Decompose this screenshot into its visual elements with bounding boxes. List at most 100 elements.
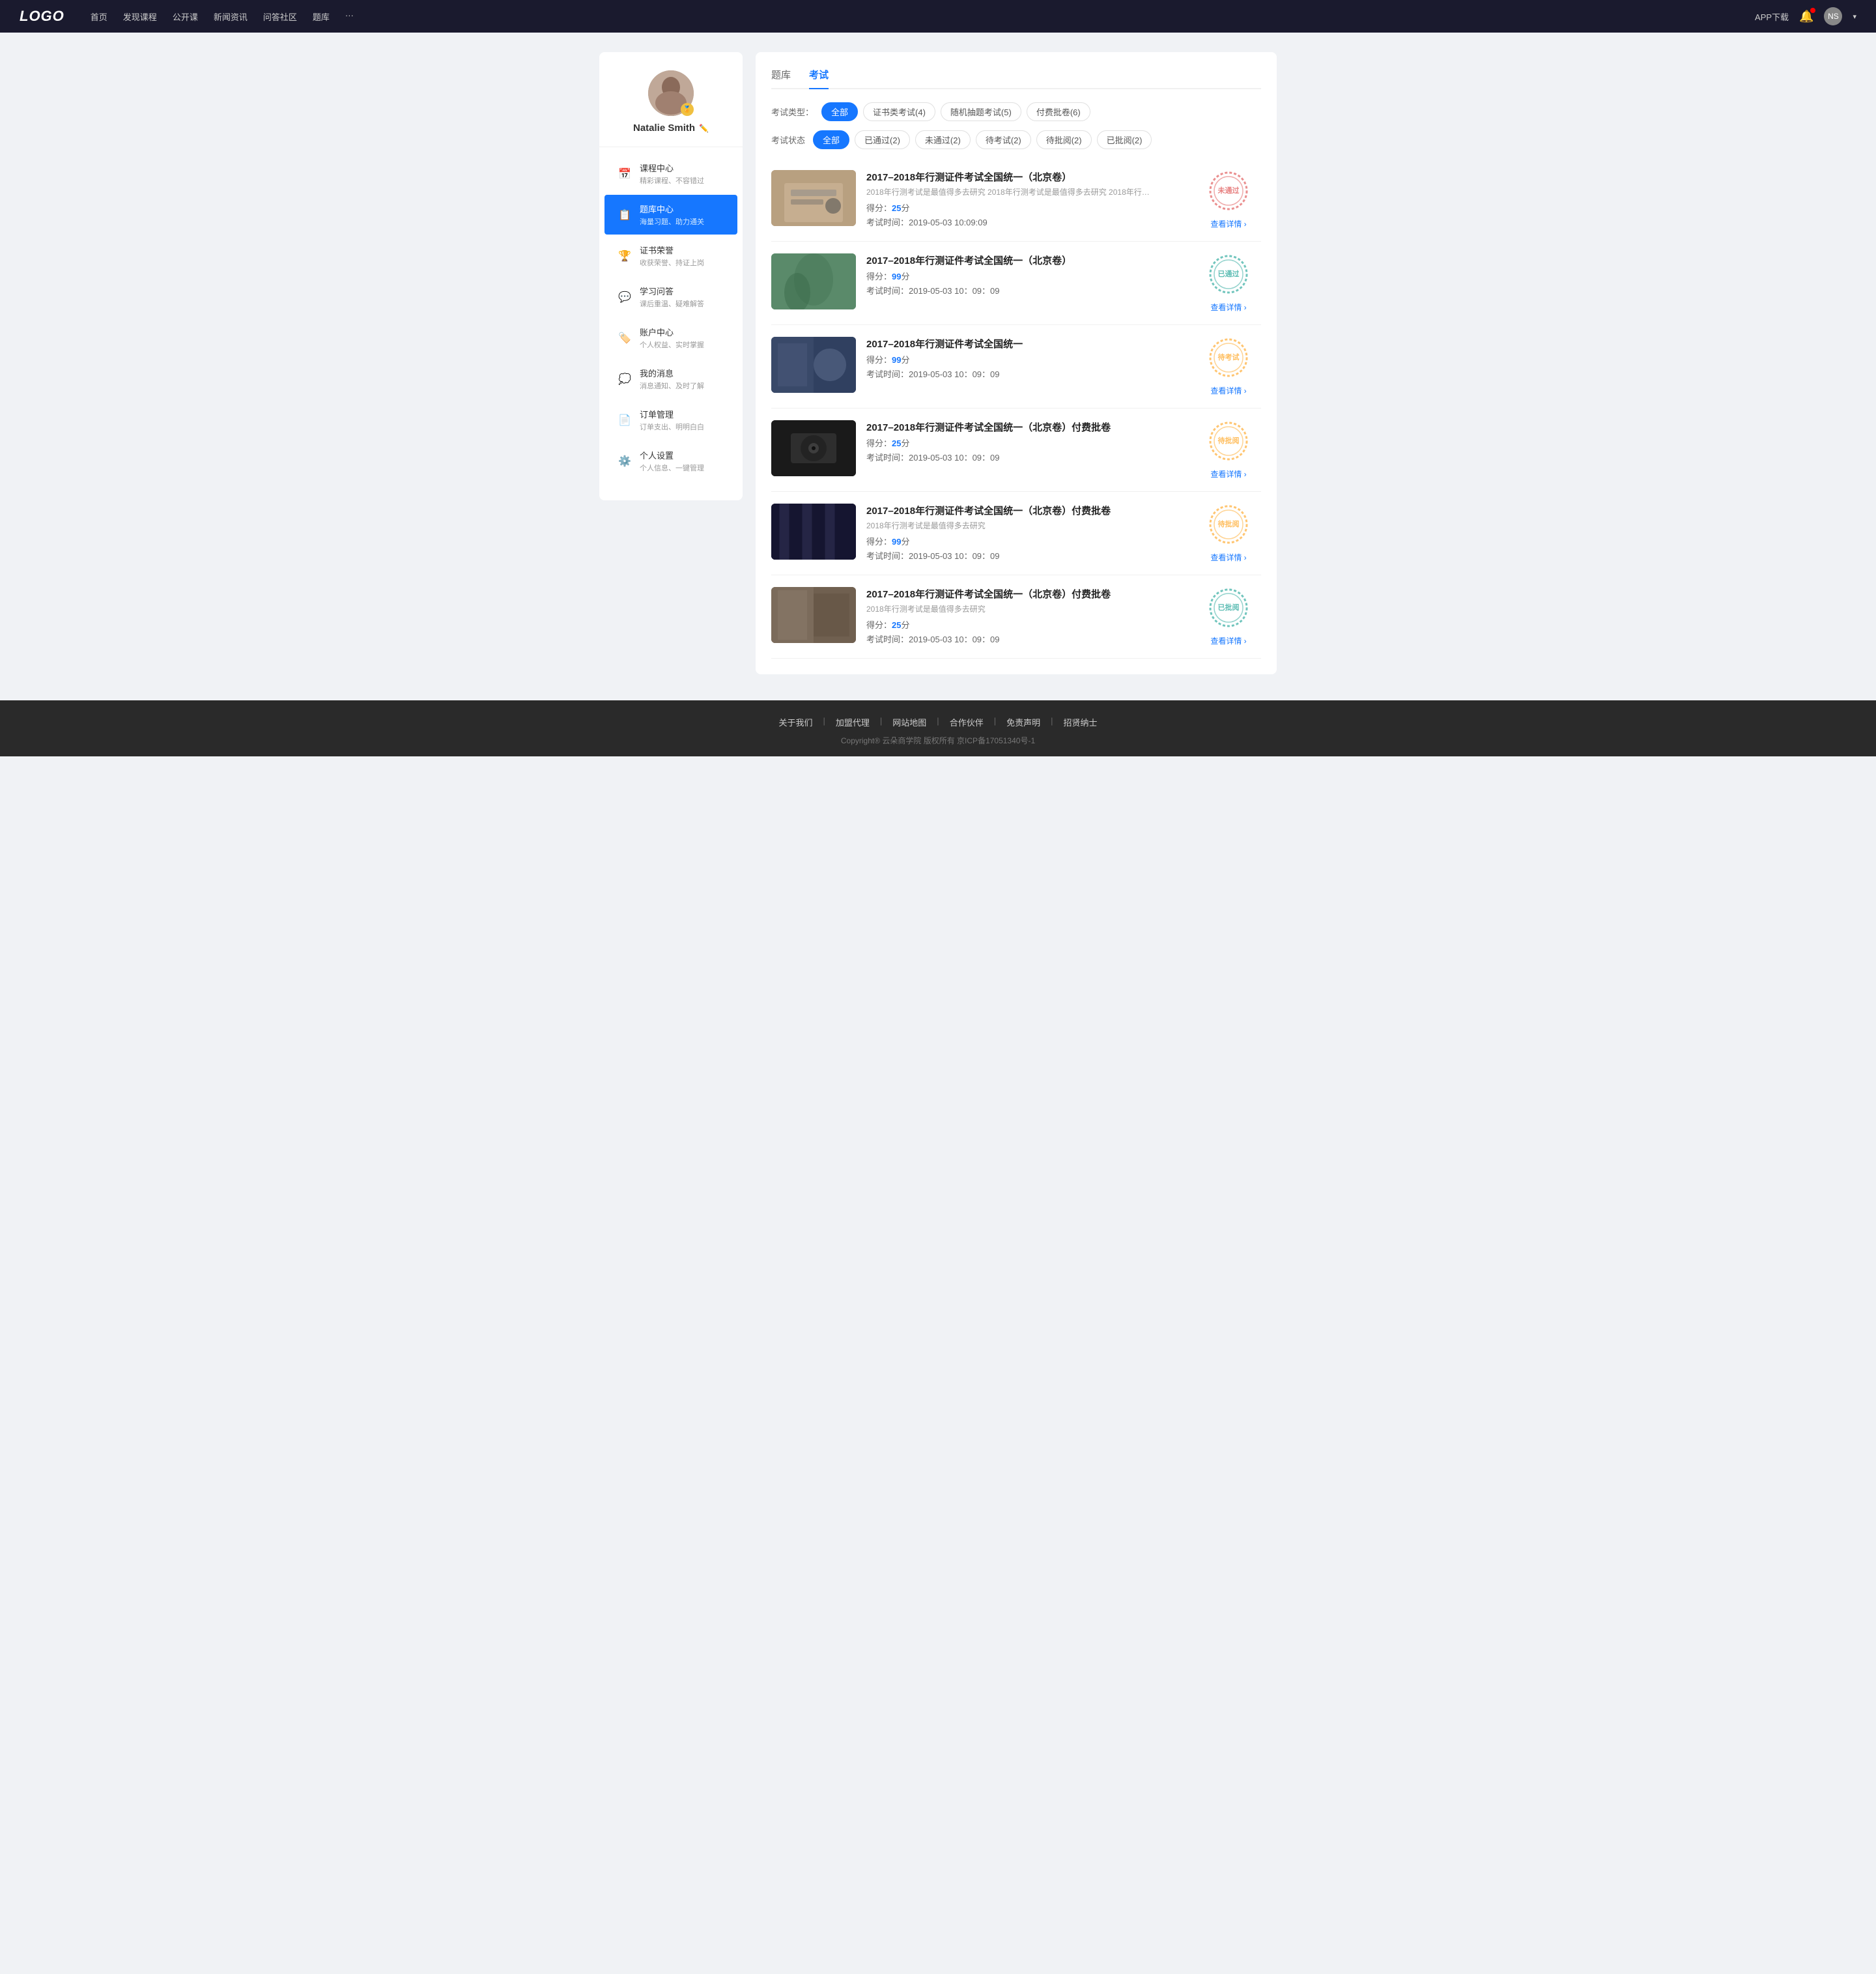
exam-stamp-2: 已通过 (1208, 253, 1249, 295)
exam-list: 2017–2018年行测证件考试全国统一（北京卷） 2018年行测考试是最值得多… (771, 158, 1261, 659)
exam-type-filters: 全部证书类考试(4) 随机抽题考试(5) 付费批卷(6) (821, 102, 1090, 121)
sidebar-sub-account: 个人权益、实时掌握 (640, 339, 704, 350)
sidebar-item-messages[interactable]: 💭 我的消息 消息通知、及时了解 (604, 359, 737, 399)
sidebar-label-certificate: 证书荣誉 (640, 244, 704, 256)
exam-detail-link-3[interactable]: 查看详情 › (1210, 385, 1246, 396)
exam-score-3: 得分：99分 (866, 353, 1186, 365)
footer-link-4[interactable]: 免责声明 (996, 716, 1051, 728)
main-tabs: 题库 考试 (771, 68, 1261, 89)
sidebar-badge-icon: 🏅 (681, 103, 694, 116)
sidebar-sub-messages: 消息通知、及时了解 (640, 380, 704, 391)
sidebar-icon-certificate: 🏆 (618, 249, 632, 263)
nav-link-问答社区[interactable]: 问答社区 (263, 10, 297, 23)
sidebar-icon-settings: ⚙️ (618, 454, 632, 468)
nav-link-···[interactable]: ··· (345, 10, 354, 23)
exam-status-btn-3[interactable]: 待考试(2) (976, 130, 1031, 149)
tab-exam[interactable]: 考试 (809, 68, 829, 88)
exam-desc-1: 2018年行测考试是最值得多去研究 2018年行测考试是最值得多去研究 2018… (866, 186, 1179, 197)
exam-type-btn-2[interactable]: 随机抽题考试(5) (941, 102, 1021, 121)
sidebar-item-settings[interactable]: ⚙️ 个人设置 个人信息、一键管理 (604, 441, 737, 481)
exam-status-wrap-2: 已通过 查看详情 › (1196, 253, 1261, 313)
sidebar-item-course[interactable]: 📅 课程中心 精彩课程、不容错过 (604, 154, 737, 193)
sidebar-label-messages: 我的消息 (640, 367, 704, 379)
exam-item-6: 2017–2018年行测证件考试全国统一（北京卷）付费批卷 2018年行测考试是… (771, 575, 1261, 659)
exam-detail-link-5[interactable]: 查看详情 › (1210, 552, 1246, 563)
sidebar-text-account: 账户中心 个人权益、实时掌握 (640, 326, 704, 350)
footer-link-0[interactable]: 关于我们 (768, 716, 823, 728)
sidebar-icon-qa: 💬 (618, 290, 632, 304)
footer-link-5[interactable]: 招贤纳士 (1053, 716, 1108, 728)
exam-status-btn-4[interactable]: 待批阅(2) (1036, 130, 1092, 149)
exam-info-1: 2017–2018年行测证件考试全国统一（北京卷） 2018年行测考试是最值得多… (866, 170, 1186, 228)
exam-type-btn-1[interactable]: 证书类考试(4) (863, 102, 935, 121)
svg-text:待批阅: 待批阅 (1217, 436, 1240, 445)
exam-status-btn-5[interactable]: 已批阅(2) (1097, 130, 1152, 149)
exam-item-5: 2017–2018年行测证件考试全国统一（北京卷）付费批卷 2018年行测考试是… (771, 492, 1261, 575)
exam-detail-link-4[interactable]: 查看详情 › (1210, 468, 1246, 479)
nav-app-download[interactable]: APP下载 (1755, 10, 1789, 23)
sidebar-menu: 📅 课程中心 精彩课程、不容错过 📋 题库中心 海量习题、助力通关 🏆 证书荣誉… (599, 147, 743, 487)
sidebar-item-orders[interactable]: 📄 订单管理 订单支出、明明白白 (604, 400, 737, 440)
footer-links: 关于我们 | 加盟代理 | 网站地图 | 合作伙伴 | 免责声明 | 招贤纳士 (0, 716, 1876, 728)
exam-type-btn-0[interactable]: 全部 (821, 102, 858, 121)
notification-dot (1810, 8, 1815, 13)
exam-type-btn-3[interactable]: 付费批卷(6) (1027, 102, 1090, 121)
sidebar-item-certificate[interactable]: 🏆 证书荣誉 收获荣誉、持证上岗 (604, 236, 737, 276)
sidebar-profile: 🏅 Natalie Smith ✏️ (599, 52, 743, 147)
sidebar-item-account[interactable]: 🏷️ 账户中心 个人权益、实时掌握 (604, 318, 737, 358)
exam-status-btn-1[interactable]: 已通过(2) (855, 130, 910, 149)
sidebar-text-certificate: 证书荣誉 收获荣誉、持证上岗 (640, 244, 704, 268)
footer-link-2[interactable]: 网站地图 (882, 716, 937, 728)
exam-title-2: 2017–2018年行测证件考试全国统一（北京卷） (866, 253, 1186, 267)
exam-time-2: 考试时间：2019-05-03 10：09：09 (866, 284, 1186, 296)
sidebar-item-qa[interactable]: 💬 学习问答 课后重温、疑难解答 (604, 277, 737, 317)
nav-dropdown-arrow[interactable]: ▾ (1853, 12, 1856, 21)
exam-detail-link-1[interactable]: 查看详情 › (1210, 218, 1246, 229)
nav-link-新闻资讯[interactable]: 新闻资讯 (214, 10, 248, 23)
exam-score-6: 得分：25分 (866, 618, 1186, 631)
exam-status-btn-0[interactable]: 全部 (813, 130, 849, 149)
exam-item-1: 2017–2018年行测证件考试全国统一（北京卷） 2018年行测考试是最值得多… (771, 158, 1261, 242)
exam-title-6: 2017–2018年行测证件考试全国统一（北京卷）付费批卷 (866, 587, 1186, 601)
nav-link-发现课程[interactable]: 发现课程 (123, 10, 157, 23)
exam-detail-link-2[interactable]: 查看详情 › (1210, 302, 1246, 313)
exam-title-5: 2017–2018年行测证件考试全国统一（北京卷）付费批卷 (866, 504, 1186, 517)
navbar: LOGO 首页 发现课程 公开课 新闻资讯 问答社区 题库 ··· APP下载 🔔 NS ▾ (0, 0, 1876, 33)
sidebar-sub-settings: 个人信息、一键管理 (640, 463, 704, 473)
exam-status-filter-row: 考试状态 全部已通过(2) 未通过(2) 待考试(2) 待批阅(2) 已批阅(2) (771, 130, 1261, 149)
nav-link-首页[interactable]: 首页 (91, 10, 107, 23)
exam-thumb-4 (771, 420, 856, 476)
footer-link-3[interactable]: 合作伙伴 (939, 716, 994, 728)
sidebar-avatar-wrap: 🏅 (648, 70, 694, 116)
sidebar-text-messages: 我的消息 消息通知、及时了解 (640, 367, 704, 391)
nav-links: 首页 发现课程 公开课 新闻资讯 问答社区 题库 ··· (91, 10, 1755, 23)
exam-status-wrap-1: 未通过 查看详情 › (1196, 170, 1261, 229)
sidebar-edit-icon[interactable]: ✏️ (699, 124, 709, 133)
sidebar-text-course: 课程中心 精彩课程、不容错过 (640, 162, 704, 186)
exam-status-wrap-6: 已批阅 查看详情 › (1196, 587, 1261, 646)
exam-detail-link-6[interactable]: 查看详情 › (1210, 635, 1246, 646)
sidebar-text-orders: 订单管理 订单支出、明明白白 (640, 408, 704, 432)
nav-link-公开课[interactable]: 公开课 (173, 10, 198, 23)
nav-logo[interactable]: LOGO (20, 8, 64, 25)
sidebar-sub-orders: 订单支出、明明白白 (640, 422, 704, 432)
sidebar-label-qa: 学习问答 (640, 285, 704, 297)
sidebar: 🏅 Natalie Smith ✏️ 📅 课程中心 精彩课程、不容错过 📋 题库… (599, 52, 743, 500)
sidebar-icon-messages: 💭 (618, 372, 632, 386)
exam-item-4: 2017–2018年行测证件考试全国统一（北京卷）付费批卷 得分：25分 考试时… (771, 408, 1261, 492)
exam-stamp-6: 已批阅 (1208, 587, 1249, 629)
nav-link-题库[interactable]: 题库 (313, 10, 330, 23)
exam-status-filters: 全部已通过(2) 未通过(2) 待考试(2) 待批阅(2) 已批阅(2) (813, 130, 1152, 149)
exam-status-label: 考试状态 (771, 134, 805, 146)
nav-bell[interactable]: 🔔 (1799, 10, 1813, 23)
exam-status-wrap-4: 待批阅 查看详情 › (1196, 420, 1261, 479)
exam-info-3: 2017–2018年行测证件考试全国统一 得分：99分 考试时间：2019-05… (866, 337, 1186, 380)
exam-status-btn-2[interactable]: 未通过(2) (915, 130, 971, 149)
footer-link-1[interactable]: 加盟代理 (825, 716, 880, 728)
exam-stamp-3: 待考试 (1208, 337, 1249, 379)
exam-thumb-2 (771, 253, 856, 309)
tab-question-bank[interactable]: 题库 (771, 68, 791, 88)
nav-avatar[interactable]: NS (1824, 7, 1842, 25)
exam-info-5: 2017–2018年行测证件考试全国统一（北京卷）付费批卷 2018年行测考试是… (866, 504, 1186, 562)
sidebar-item-question-bank[interactable]: 📋 题库中心 海量习题、助力通关 (604, 195, 737, 235)
